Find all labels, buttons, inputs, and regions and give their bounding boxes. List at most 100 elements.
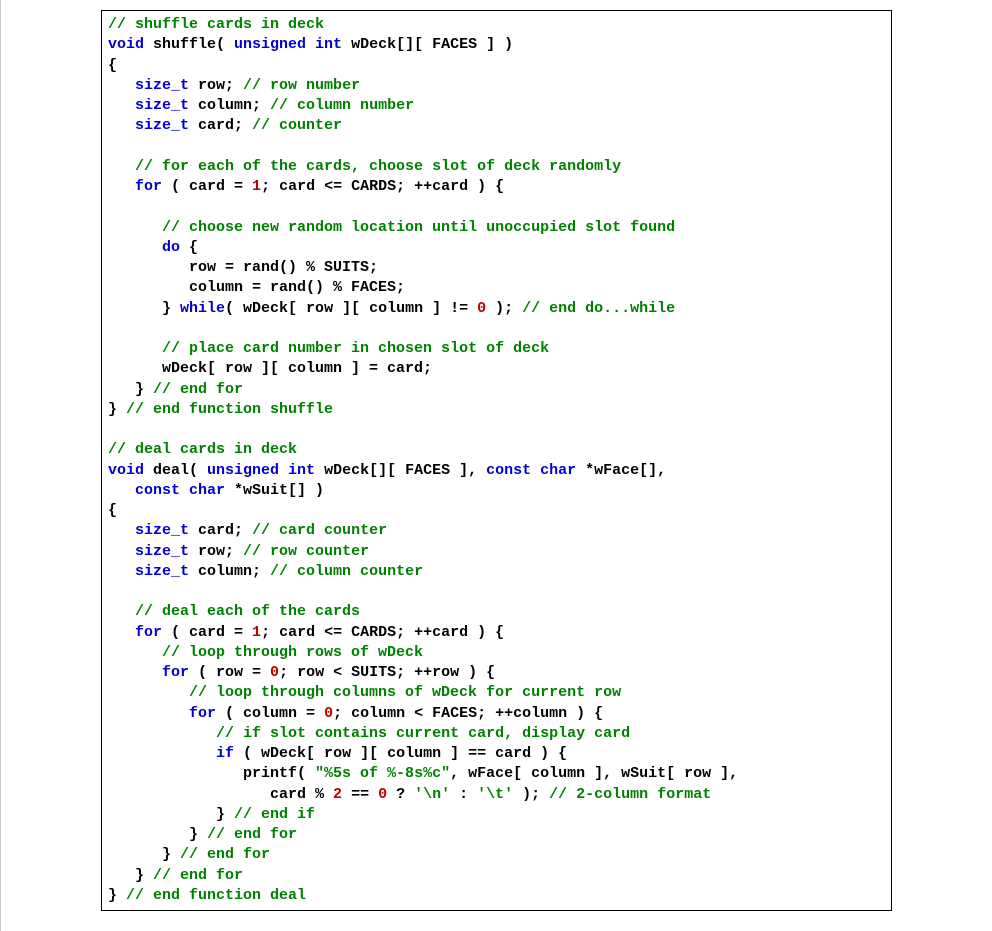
token-kw: unsigned int	[207, 462, 315, 479]
token-cm: // row number	[243, 77, 360, 94]
code-line: // place card number in chosen slot of d…	[108, 339, 885, 359]
token-str: '\t'	[477, 786, 513, 803]
code-line: for ( row = 0; row < SUITS; ++row ) {	[108, 663, 885, 683]
token-kw: size_t	[135, 522, 189, 539]
code-line: // for each of the cards, choose slot of…	[108, 157, 885, 177]
token-kw: const char	[486, 462, 576, 479]
token-kw: size_t	[135, 117, 189, 134]
token-id: }	[135, 867, 153, 884]
token-cm: // 2-column format	[549, 786, 711, 803]
indent	[108, 158, 135, 175]
token-id: column;	[189, 97, 270, 114]
token-id: }	[162, 846, 180, 863]
code-line: column = rand() % FACES;	[108, 278, 885, 298]
code-line: wDeck[ row ][ column ] = card;	[108, 359, 885, 379]
token-kw: unsigned int	[234, 36, 342, 53]
token-id: ; column < FACES; ++column ) {	[333, 705, 603, 722]
token-id: ( card =	[162, 624, 252, 641]
token-num: 0	[324, 705, 333, 722]
indent	[108, 644, 162, 661]
token-id: ==	[342, 786, 378, 803]
indent	[108, 259, 189, 276]
token-id: deal(	[144, 462, 207, 479]
code-line	[108, 420, 885, 440]
token-cm: // deal each of the cards	[135, 603, 360, 620]
code-line: size_t card; // counter	[108, 116, 885, 136]
token-id: {	[108, 502, 117, 519]
token-id: ?	[387, 786, 414, 803]
indent	[108, 97, 135, 114]
token-cm: // end if	[234, 806, 315, 823]
indent	[108, 846, 162, 863]
token-num: 1	[252, 178, 261, 195]
token-kw: size_t	[135, 97, 189, 114]
code-line: size_t card; // card counter	[108, 521, 885, 541]
token-cm: // shuffle cards in deck	[108, 16, 324, 33]
code-line: } // end for	[108, 866, 885, 886]
token-cm: // if slot contains current card, displa…	[216, 725, 630, 742]
code-line: for ( column = 0; column < FACES; ++colu…	[108, 704, 885, 724]
token-id: :	[450, 786, 477, 803]
indent	[108, 725, 216, 742]
code-line: // loop through columns of wDeck for cur…	[108, 683, 885, 703]
code-line: void shuffle( unsigned int wDeck[][ FACE…	[108, 35, 885, 55]
token-id: ( row =	[189, 664, 270, 681]
indent	[108, 543, 135, 560]
indent	[108, 867, 135, 884]
code-line: do {	[108, 238, 885, 258]
token-id: ; card <= CARDS; ++card ) {	[261, 178, 504, 195]
code-line: const char *wSuit[] )	[108, 481, 885, 501]
token-cm: // choose new random location until unoc…	[162, 219, 675, 236]
token-cm: // end function shuffle	[126, 401, 333, 418]
indent	[108, 624, 135, 641]
token-id: wDeck[ row ][ column ] = card;	[162, 360, 432, 377]
token-id: }	[216, 806, 234, 823]
token-num: 2	[333, 786, 342, 803]
indent	[108, 360, 162, 377]
token-kw: void	[108, 36, 144, 53]
token-id: }	[108, 887, 126, 904]
code-line: } // end for	[108, 825, 885, 845]
token-kw: while	[180, 300, 225, 317]
token-id: column = rand() % FACES;	[189, 279, 405, 296]
token-cm: // end for	[153, 381, 243, 398]
indent	[108, 684, 189, 701]
token-id: row;	[189, 543, 243, 560]
token-id: *wSuit[] )	[225, 482, 324, 499]
token-id: ( column =	[216, 705, 324, 722]
indent	[108, 664, 162, 681]
token-cm: // card counter	[252, 522, 387, 539]
code-block: // shuffle cards in deck void shuffle( un…	[101, 10, 892, 911]
token-kw: do	[162, 239, 180, 256]
token-cm: // place card number in chosen slot of d…	[162, 340, 549, 357]
token-id: );	[513, 786, 549, 803]
code-line: } // end if	[108, 805, 885, 825]
token-id: row = rand() % SUITS;	[189, 259, 378, 276]
code-line: } while( wDeck[ row ][ column ] != 0 ); …	[108, 299, 885, 319]
token-cm: // end for	[180, 846, 270, 863]
token-id: card;	[189, 117, 252, 134]
indent	[108, 806, 216, 823]
code-line: {	[108, 56, 885, 76]
page: // shuffle cards in deck void shuffle( un…	[0, 0, 992, 931]
token-cm: // end for	[207, 826, 297, 843]
indent	[108, 765, 243, 782]
token-cm: // loop through columns of wDeck for cur…	[189, 684, 621, 701]
code-line: card % 2 == 0 ? '\n' : '\t' ); // 2-colu…	[108, 785, 885, 805]
token-cm: // column counter	[270, 563, 423, 580]
indent	[108, 279, 189, 296]
token-id: column;	[189, 563, 270, 580]
indent	[108, 826, 189, 843]
code-line: if ( wDeck[ row ][ column ] == card ) {	[108, 744, 885, 764]
code-line: // shuffle cards in deck	[108, 15, 885, 35]
indent	[108, 745, 216, 762]
code-line: // deal cards in deck	[108, 440, 885, 460]
token-id: wDeck[][ FACES ] )	[342, 36, 513, 53]
token-cm: // loop through rows of wDeck	[162, 644, 423, 661]
token-str: '\n'	[414, 786, 450, 803]
indent	[108, 77, 135, 94]
token-id: card %	[270, 786, 333, 803]
indent	[108, 705, 189, 722]
code-line: row = rand() % SUITS;	[108, 258, 885, 278]
token-kw: for	[162, 664, 189, 681]
